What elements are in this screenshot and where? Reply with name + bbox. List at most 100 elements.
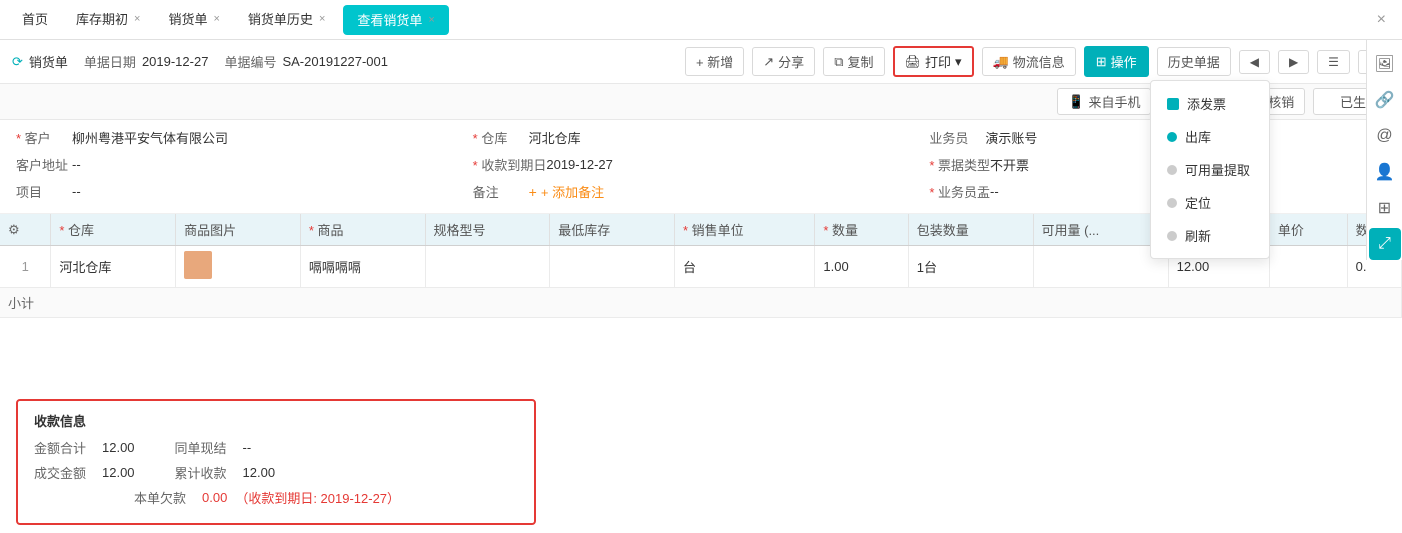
sidebar-link-icon[interactable]: 🔗 [1369, 84, 1401, 116]
refresh-icon [1167, 231, 1177, 241]
tab-bar: 首页 库存期初 × 销货单 × 销货单历史 × 查看销货单 × × [0, 0, 1402, 40]
document-title-area: ⟳ 销货单 [12, 52, 68, 71]
print-icon: 🖨 [905, 54, 922, 70]
document-meta: 单据日期 2019-12-27 单据编号 SA-20191227-001 [84, 52, 669, 71]
next-button[interactable]: ▶ [1278, 50, 1309, 74]
project-label: 项目 [16, 182, 72, 201]
payment-info-section: 收款信息 金额合计 12.00 同单现结 -- 成交金额 12.00 累计收款 … [16, 399, 536, 525]
th-pack-qty: 包装数量 [908, 214, 1033, 246]
transaction-item: 成交金额 12.00 [34, 463, 135, 482]
print-label: 打印 [925, 52, 951, 71]
close-tab-sales[interactable]: × [213, 13, 219, 25]
customer-label: 客户 [16, 128, 72, 147]
payment-row-2: 成交金额 12.00 累计收款 12.00 [34, 463, 518, 482]
toolbar: + 新增 ↗ 分享 ⧉ 复制 🖨 打印 ▾ 🚚 物流信息 ⊞ 操作 [685, 46, 1390, 77]
document-title: 销货单 [29, 52, 68, 71]
operation-button[interactable]: ⊞ 操作 [1084, 46, 1149, 77]
sales-order-icon: ⟳ [12, 54, 23, 70]
prev-button[interactable]: ◀ [1239, 50, 1270, 74]
doc-date-label: 单据日期 [84, 52, 136, 71]
project-value: -- [72, 184, 473, 199]
tab-sales[interactable]: 销货单 × [154, 0, 233, 40]
menu-add-invoice[interactable]: 添发票 [1151, 87, 1269, 120]
sidebar-user-icon[interactable]: 👤 [1369, 156, 1401, 188]
subtotal-label: 小计 [0, 288, 1402, 318]
amount-value: 12.00 [102, 440, 135, 455]
tab-home[interactable]: 首页 [8, 0, 62, 40]
customer-field: 客户 柳州粤港平安气体有限公司 [16, 128, 473, 147]
from-phone-button[interactable]: 📱 来自手机 [1057, 88, 1151, 115]
th-gear[interactable]: ⚙ [0, 214, 51, 246]
share-label: 分享 [778, 52, 804, 71]
row-product: 嗝嗝嗝嗝 [300, 246, 425, 288]
row-qty: 1.00 [815, 246, 908, 288]
print-button[interactable]: 🖨 打印 ▾ [893, 46, 974, 77]
tab-view-sales[interactable]: 查看销货单 × [343, 5, 448, 35]
doc-date-value: 2019-12-27 [142, 54, 209, 69]
copy-button[interactable]: ⧉ 复制 [823, 47, 884, 76]
row-price [1269, 246, 1347, 288]
th-warehouse: 仓库 [51, 214, 176, 246]
product-image [184, 251, 212, 279]
current-due-item: 本单欠款 0.00 （收款到期日: 2019-12-27） [134, 488, 400, 507]
menu-locate[interactable]: 定位 [1151, 186, 1269, 219]
copy-icon: ⧉ [834, 54, 843, 70]
window-close-button[interactable]: × [1369, 11, 1394, 29]
locate-label: 定位 [1185, 193, 1211, 212]
from-phone-label: 来自手机 [1088, 92, 1140, 111]
document-header: ⟳ 销货单 单据日期 2019-12-27 单据编号 SA-20191227-0… [0, 40, 1402, 84]
due-date-label: 收款到期日 [473, 155, 547, 174]
warehouse-label: 仓库 [473, 128, 529, 147]
logistics-button[interactable]: 🚚 物流信息 [982, 47, 1076, 76]
plus-icon: + [529, 184, 537, 200]
menu-outbound[interactable]: 出库 [1151, 120, 1269, 153]
share-button[interactable]: ↗ 分享 [752, 47, 815, 76]
doc-no-value: SA-20191227-001 [282, 54, 388, 69]
sidebar-image-icon[interactable]: 🖼 [1369, 48, 1401, 80]
note-add-label: + 添加备注 [541, 182, 604, 201]
locate-icon [1167, 198, 1177, 208]
transaction-label: 成交金额 [34, 463, 94, 482]
menu-refresh[interactable]: 刷新 [1151, 219, 1269, 252]
phone-icon: 📱 [1068, 94, 1084, 110]
history-button[interactable]: 历史单据 [1157, 47, 1231, 76]
refresh-label: 刷新 [1185, 226, 1211, 245]
new-button[interactable]: + 新增 [685, 47, 744, 76]
doc-no-label: 单据编号 [224, 52, 276, 71]
note-add-button[interactable]: + + 添加备注 [529, 182, 604, 201]
note-label: 备注 [473, 182, 529, 201]
main-content: ⟳ 销货单 单据日期 2019-12-27 单据编号 SA-20191227-0… [0, 40, 1402, 533]
operation-dropdown-menu: 添发票 出库 可用量提取 定位 刷新 [1150, 80, 1270, 259]
sidebar-expand-icon[interactable]: ⤢ [1369, 228, 1401, 260]
close-tab-view-sales[interactable]: × [428, 14, 434, 26]
right-sidebar: 🖼 🔗 @ 👤 ⊞ ⤢ [1366, 40, 1402, 260]
amount-item: 金额合计 12.00 [34, 438, 135, 457]
address-value: -- [72, 157, 473, 172]
menu-quantity[interactable]: 可用量提取 [1151, 153, 1269, 186]
th-product: 商品 [300, 214, 425, 246]
tab-inventory[interactable]: 库存期初 × [62, 0, 154, 40]
add-invoice-label: 添发票 [1187, 94, 1226, 113]
subtotal-row: 小计 [0, 288, 1402, 318]
quantity-label: 可用量提取 [1185, 160, 1250, 179]
sidebar-grid-icon[interactable]: ⊞ [1369, 192, 1401, 224]
payment-info-title: 收款信息 [34, 411, 518, 430]
logistics-icon: 🚚 [993, 54, 1009, 70]
view-toggle-list[interactable]: ☰ [1317, 50, 1350, 74]
address-label: 客户地址 [16, 155, 72, 174]
tab-sales-history[interactable]: 销货单历史 × [234, 0, 339, 40]
row-pack-qty: 1台 [908, 246, 1033, 288]
effective-check-icon: ✓ [1324, 93, 1336, 110]
current-due-value: 0.00 [202, 490, 227, 505]
close-tab-sales-history[interactable]: × [319, 13, 325, 25]
th-spec: 规格型号 [425, 214, 550, 246]
close-tab-inventory[interactable]: × [134, 13, 140, 25]
copy-label: 复制 [847, 52, 873, 71]
gear-icon[interactable]: ⚙ [8, 222, 20, 237]
sidebar-at-icon[interactable]: @ [1369, 120, 1401, 152]
quantity-icon [1167, 165, 1177, 175]
row-unit: 台 [674, 246, 814, 288]
outbound-icon [1167, 132, 1177, 142]
warehouse-value: 河北仓库 [529, 128, 930, 147]
row-num: 1 [0, 246, 51, 288]
